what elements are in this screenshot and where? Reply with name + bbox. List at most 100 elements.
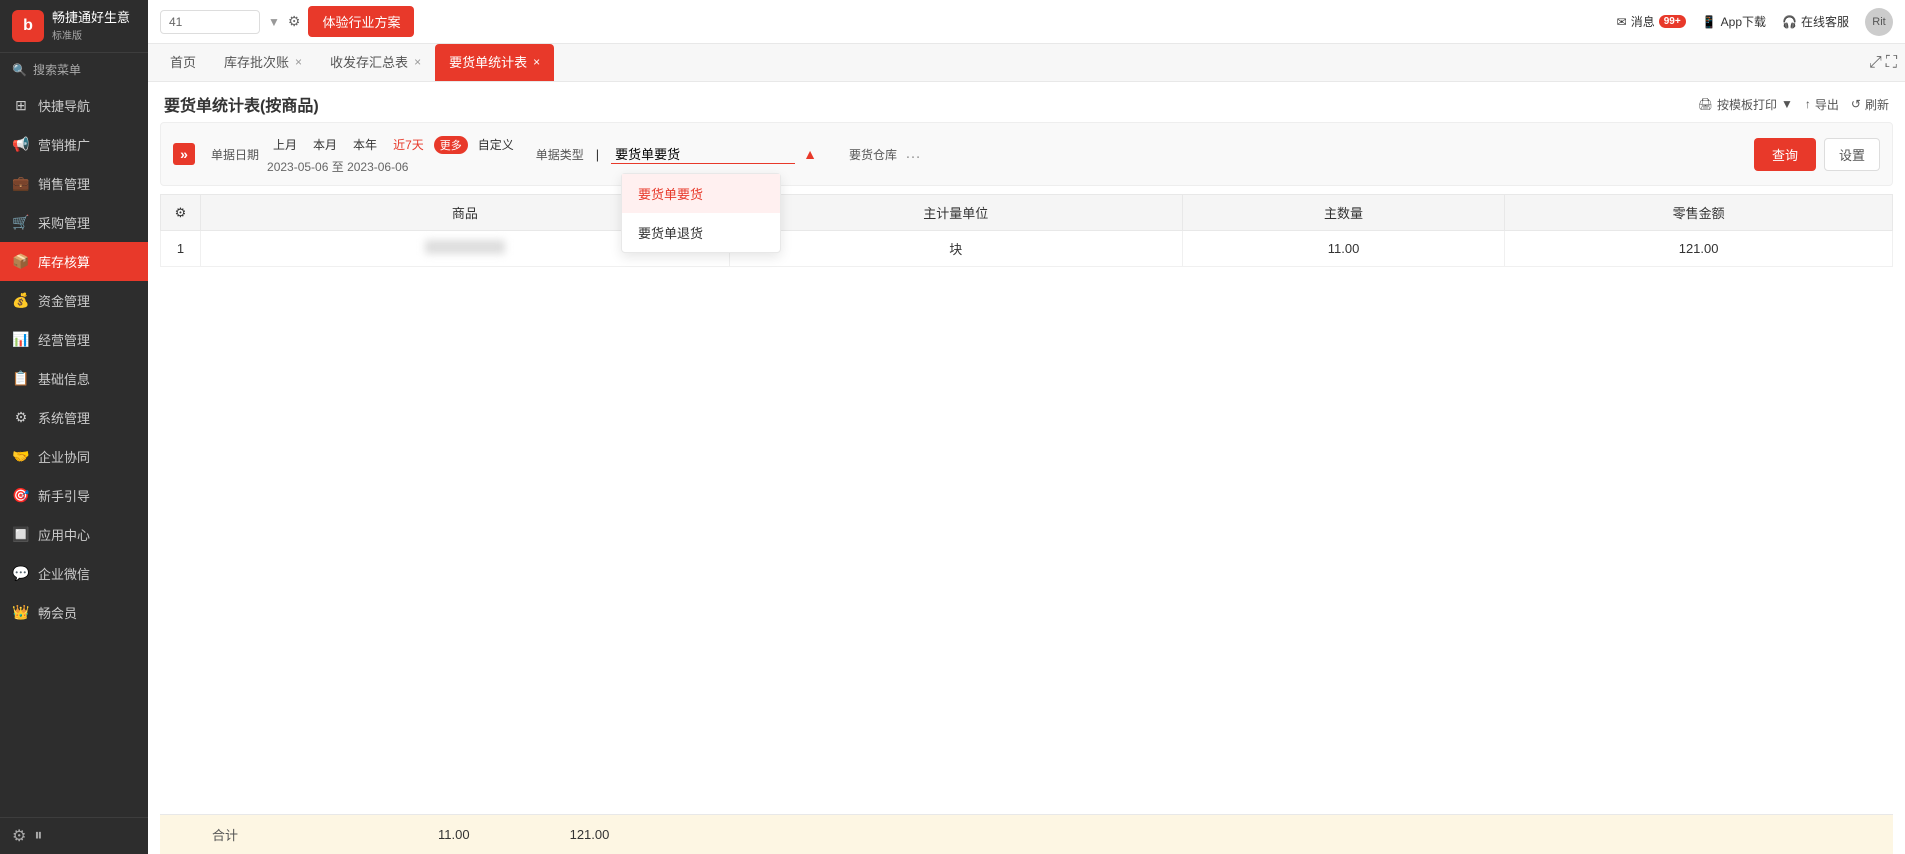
sidebar-item-purchase[interactable]: 🛒 采购管理 — [0, 203, 148, 242]
date-more-badge[interactable]: 更多 — [434, 136, 468, 154]
online-service-btn[interactable]: 🎧 在线客服 — [1782, 13, 1849, 30]
page-title: 要货单统计表(按商品) — [164, 92, 319, 116]
export-icon: ↑ — [1805, 97, 1811, 111]
filter-type-label: 单据类型 — [536, 146, 584, 163]
sidebar-item-label: 系统管理 — [38, 408, 90, 427]
tab-shipreceive[interactable]: 收发存汇总表 × — [316, 44, 435, 81]
sidebar-item-label: 畅会员 — [38, 603, 77, 622]
sidebar-item-member[interactable]: 👑 畅会员 — [0, 593, 148, 632]
tab-ship-close[interactable]: × — [414, 55, 421, 69]
col-quantity: 主数量 — [1182, 195, 1504, 231]
sidebar-item-label: 采购管理 — [38, 213, 90, 232]
sidebar-item-quick-nav[interactable]: ⊞ 快捷导航 — [0, 86, 148, 125]
footer-values: 11.00 121.00 — [438, 827, 609, 842]
filter-type-input[interactable] — [611, 144, 795, 164]
row-quantity: 11.00 — [1182, 231, 1504, 267]
print-btn[interactable]: 🖨 按模板打印 ▼ — [1698, 96, 1793, 113]
refresh-btn[interactable]: ↺ 刷新 — [1851, 96, 1889, 113]
tab-order-close[interactable]: × — [533, 55, 540, 69]
sidebar-item-label: 营销推广 — [38, 135, 90, 154]
main-content: 41 ▼ ⚙ 体验行业方案 ✉ 消息 99+ 📱 App下载 🎧 在线客服 Ri… — [148, 0, 1905, 854]
tab-batch-close[interactable]: × — [295, 55, 302, 69]
dropdown-item-purchase[interactable]: 要货单要货 — [622, 174, 780, 213]
tab-expand-area: ⤢ ⛶ — [1869, 54, 1897, 72]
basic-icon: 📋 — [12, 370, 30, 388]
fullscreen-icon[interactable]: ⛶ — [1886, 54, 1897, 72]
sidebar-item-basic[interactable]: 📋 基础信息 — [0, 359, 148, 398]
col-amount: 零售金额 — [1505, 195, 1893, 231]
tab-ship-label: 收发存汇总表 — [330, 52, 408, 71]
print-arrow: ▼ — [1781, 97, 1793, 111]
date-custom-btn[interactable]: 自定义 — [472, 133, 520, 156]
msg-badge: 99+ — [1659, 15, 1686, 28]
member-icon: 👑 — [12, 604, 30, 622]
tab-batch-account[interactable]: 库存批次账 × — [210, 44, 316, 81]
top-header: 41 ▼ ⚙ 体验行业方案 ✉ 消息 99+ 📱 App下载 🎧 在线客服 Ri… — [148, 0, 1905, 44]
date-btn-this-year[interactable]: 本年 — [347, 133, 383, 156]
user-avatar[interactable]: Rit — [1865, 8, 1893, 36]
filter-type-arrow-up[interactable]: ▲ — [803, 146, 817, 162]
sidebar-item-operations[interactable]: 📊 经营管理 — [0, 320, 148, 359]
sidebar-item-sales[interactable]: 💼 销售管理 — [0, 164, 148, 203]
filter-warehouse-label: 要货仓库 — [849, 146, 897, 163]
service-icon: 🎧 — [1782, 15, 1797, 29]
dropdown-item-return[interactable]: 要货单退货 — [622, 213, 780, 252]
inventory-icon: 📦 — [12, 253, 30, 271]
app-download-btn[interactable]: 📱 App下载 — [1702, 13, 1766, 30]
sidebar-item-system[interactable]: ⚙ 系统管理 — [0, 398, 148, 437]
export-label: 导出 — [1815, 96, 1839, 113]
row-index: 1 — [161, 231, 201, 267]
header-gear-icon[interactable]: ⚙ — [288, 13, 301, 30]
refresh-icon: ↺ — [1851, 97, 1861, 111]
sidebar-item-guide[interactable]: 🎯 新手引导 — [0, 476, 148, 515]
messages-btn[interactable]: ✉ 消息 99+ — [1617, 13, 1686, 30]
tab-home-label: 首页 — [170, 52, 196, 71]
print-label: 按模板打印 — [1717, 96, 1777, 113]
header-number-display: 41 — [160, 10, 260, 34]
sidebar-item-collab[interactable]: 🤝 企业协同 — [0, 437, 148, 476]
sidebar-item-label: 销售管理 — [38, 174, 90, 193]
sidebar-item-label: 企业微信 — [38, 564, 90, 583]
filter-type-separator: | — [596, 147, 599, 162]
tab-home[interactable]: 首页 — [156, 44, 210, 81]
sidebar-settings-btn[interactable]: ⚙ — [12, 826, 26, 846]
filter-date-label: 单据日期 — [211, 146, 259, 163]
col-unit: 主计量单位 — [729, 195, 1182, 231]
table-settings-icon[interactable]: ⚙ — [175, 205, 187, 220]
sidebar-item-appstore[interactable]: 🔲 应用中心 — [0, 515, 148, 554]
date-range-display: 2023-05-06 至 2023-06-06 — [267, 158, 520, 175]
phone-icon: 📱 — [1702, 15, 1717, 29]
row-amount: 121.00 — [1505, 231, 1893, 267]
filter-date-wrap: 上月 本月 本年 近7天 更多 自定义 2023-05-06 至 2023-06… — [267, 133, 520, 175]
sidebar-item-marketing[interactable]: 📢 营销推广 — [0, 125, 148, 164]
trial-btn[interactable]: 体验行业方案 — [308, 6, 414, 37]
sidebar-item-label: 快捷导航 — [38, 96, 90, 115]
sidebar-item-finance[interactable]: 💰 资金管理 — [0, 281, 148, 320]
filter-warehouse-group: 要货仓库 … — [849, 145, 921, 163]
tabs-bar: 首页 库存批次账 × 收发存汇总表 × 要货单统计表 × ⤢ ⛶ — [148, 44, 1905, 82]
tab-order-stats[interactable]: 要货单统计表 × — [435, 44, 554, 81]
sidebar-item-label: 企业协同 — [38, 447, 90, 466]
header-left: 41 ▼ ⚙ 体验行业方案 — [160, 6, 414, 37]
sidebar-item-inventory[interactable]: 📦 库存核算 — [0, 242, 148, 281]
search-menu-btn[interactable]: 🔍 搜索菜单 — [0, 53, 148, 86]
tab-batch-label: 库存批次账 — [224, 52, 289, 71]
expand-icon[interactable]: ⤢ — [1869, 54, 1882, 72]
service-label: 在线客服 — [1801, 13, 1849, 30]
header-dropdown-arrow[interactable]: ▼ — [268, 15, 280, 29]
filter-warehouse-more-btn[interactable]: … — [905, 145, 921, 163]
sidebar-collapse-btn[interactable]: ⏸ — [34, 827, 42, 845]
query-btn[interactable]: 查询 — [1754, 138, 1816, 171]
sidebar-item-wechat[interactable]: 💬 企业微信 — [0, 554, 148, 593]
date-btn-last-month[interactable]: 上月 — [267, 133, 303, 156]
table-footer: 合计 11.00 121.00 — [160, 814, 1893, 854]
tab-order-label: 要货单统计表 — [449, 52, 527, 71]
sidebar-item-label: 应用中心 — [38, 525, 90, 544]
filter-expand-btn[interactable]: » — [173, 143, 195, 165]
date-btn-7days[interactable]: 近7天 — [387, 133, 430, 156]
date-btn-this-month[interactable]: 本月 — [307, 133, 343, 156]
setting-btn[interactable]: 设置 — [1824, 138, 1880, 171]
msg-label: 消息 — [1631, 13, 1655, 30]
export-btn[interactable]: ↑ 导出 — [1805, 96, 1839, 113]
sales-icon: 💼 — [12, 175, 30, 193]
